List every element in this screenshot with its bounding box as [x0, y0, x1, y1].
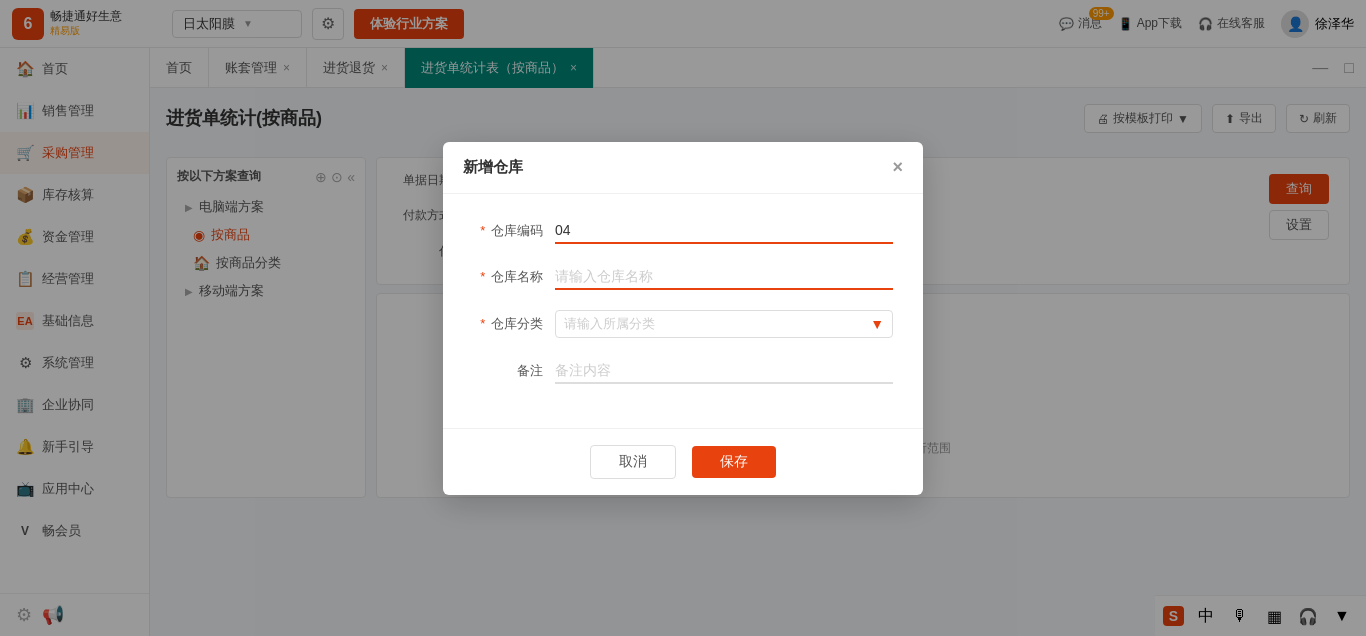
- cancel-button[interactable]: 取消: [590, 445, 676, 479]
- modal-header: 新增仓库 ×: [443, 142, 923, 194]
- modal-overlay[interactable]: 新增仓库 × * 仓库编码 * 仓库名称: [0, 0, 1366, 636]
- form-row-remark: 备注: [473, 358, 893, 384]
- required-star-category: *: [480, 316, 485, 331]
- category-dropdown-icon: ▼: [870, 316, 884, 332]
- warehouse-name-input[interactable]: [555, 264, 893, 290]
- modal-footer: 取消 保存: [443, 428, 923, 495]
- required-star-code: *: [480, 223, 485, 238]
- remark-input[interactable]: [555, 358, 893, 384]
- category-label: * 仓库分类: [473, 315, 543, 333]
- warehouse-code-input[interactable]: [555, 218, 893, 244]
- form-row-code: * 仓库编码: [473, 218, 893, 244]
- form-row-name: * 仓库名称: [473, 264, 893, 290]
- modal-dialog: 新增仓库 × * 仓库编码 * 仓库名称: [443, 142, 923, 495]
- save-button[interactable]: 保存: [692, 446, 776, 478]
- modal-close-button[interactable]: ×: [892, 158, 903, 176]
- name-label: * 仓库名称: [473, 268, 543, 286]
- remark-label: 备注: [473, 362, 543, 380]
- category-select-placeholder: 请输入所属分类: [564, 315, 870, 333]
- modal-title: 新增仓库: [463, 158, 523, 177]
- modal-body: * 仓库编码 * 仓库名称 * 仓库分类 请输入所属: [443, 194, 923, 428]
- form-row-category: * 仓库分类 请输入所属分类 ▼: [473, 310, 893, 338]
- required-star-name: *: [480, 269, 485, 284]
- category-select[interactable]: 请输入所属分类 ▼: [555, 310, 893, 338]
- code-label: * 仓库编码: [473, 222, 543, 240]
